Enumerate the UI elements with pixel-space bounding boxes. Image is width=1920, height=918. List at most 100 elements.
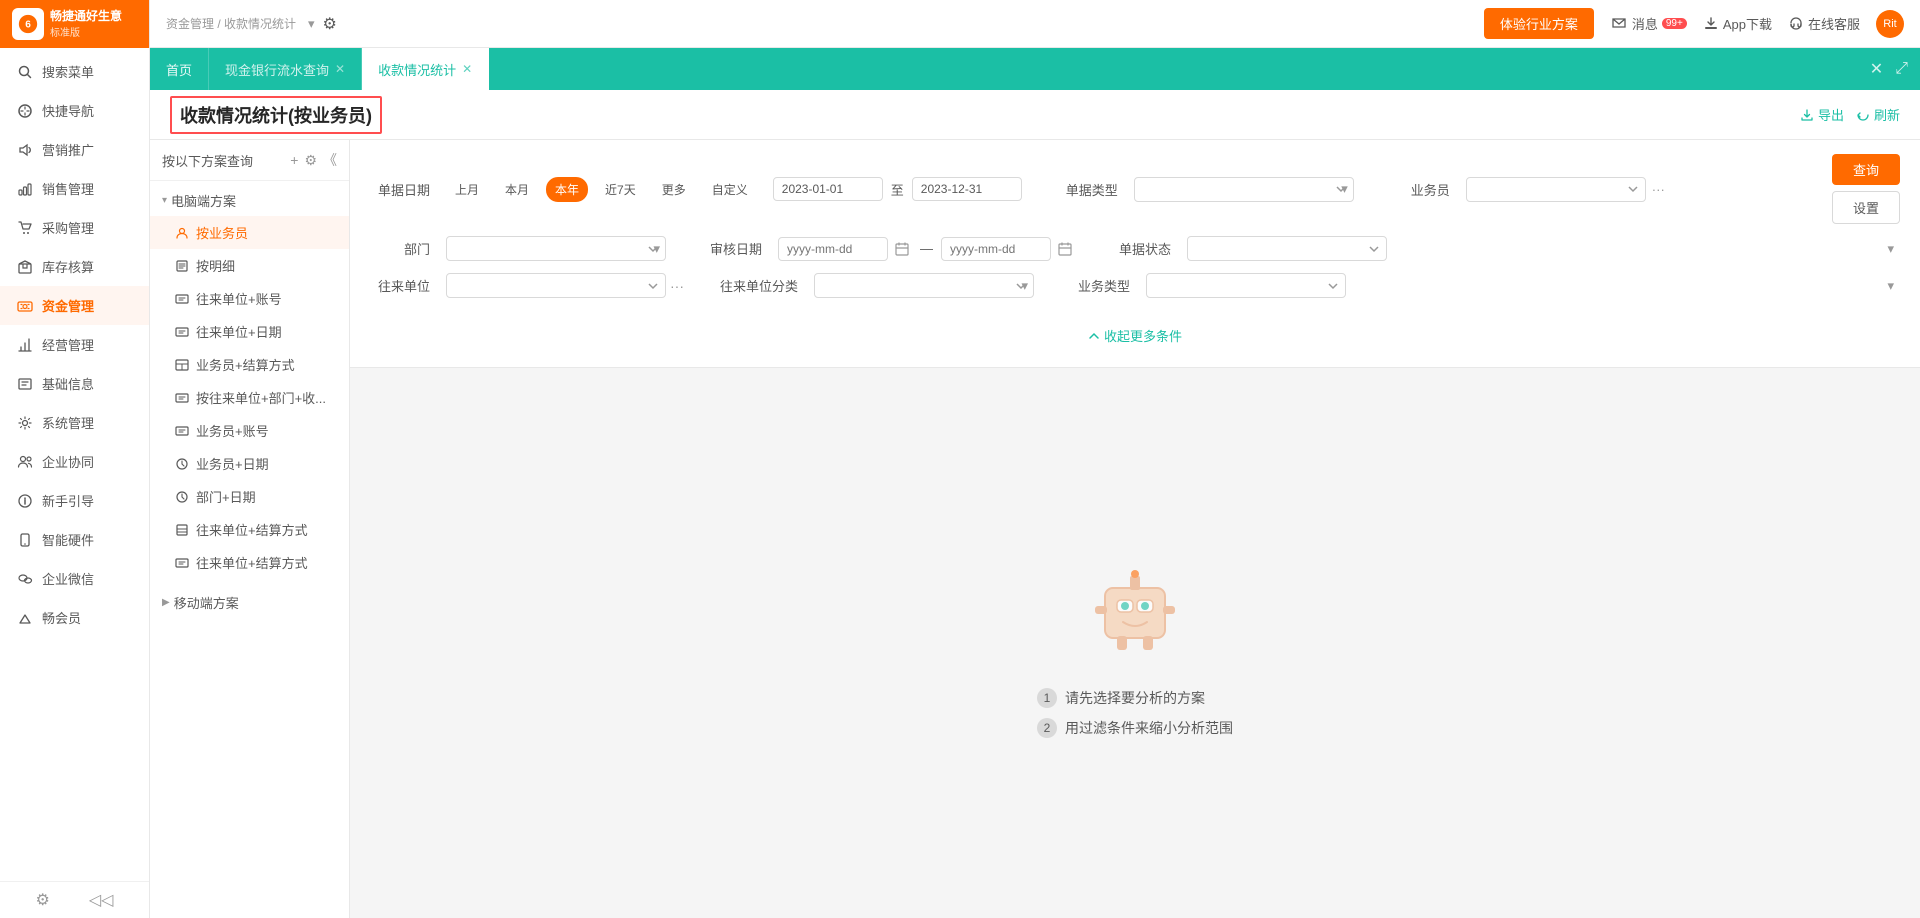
schema-item-partner-dept-receipt[interactable]: 按往来单位+部门+收... <box>150 381 349 414</box>
bar-chart-icon <box>16 336 34 354</box>
settings-btn[interactable]: 设置 <box>1832 191 1900 224</box>
sidebar-item-inventory[interactable]: 库存核算 <box>0 247 149 286</box>
doc-type-select[interactable] <box>1134 177 1354 202</box>
message-badge: 99+ <box>1662 18 1687 29</box>
app-download-btn[interactable]: App下载 <box>1703 14 1772 33</box>
date-shortcuts: 上月 本月 本年 近7天 更多 自定义 <box>446 177 757 202</box>
schema-group-mobile-header[interactable]: ▶ 移动端方案 <box>150 587 349 618</box>
audit-date-from-input[interactable] <box>778 237 888 261</box>
salesperson-select[interactable] <box>1466 177 1646 202</box>
search-icon <box>16 63 34 81</box>
tab-receipt-stats[interactable]: 收款情况统计 ✕ <box>362 48 489 90</box>
date-this-month[interactable]: 本月 <box>496 177 538 202</box>
trial-btn[interactable]: 体验行业方案 <box>1484 8 1594 39</box>
page-title: 收款情况统计(按业务员) <box>170 96 382 134</box>
sidebar-item-label: 库存核算 <box>42 257 94 276</box>
schema-item-by-detail[interactable]: 按明细 <box>150 249 349 282</box>
dept-select[interactable] <box>446 236 666 261</box>
page-actions: 导出 刷新 <box>1800 105 1900 124</box>
sidebar-item-basic-info[interactable]: 基础信息 <box>0 364 149 403</box>
refresh-btn[interactable]: 刷新 <box>1856 105 1900 124</box>
sidebar-item-guide[interactable]: 新手引导 <box>0 481 149 520</box>
export-label: 导出 <box>1818 105 1844 124</box>
audit-date-label: 审核日期 <box>702 239 762 258</box>
tab-maximize-icon[interactable]: ⤢ <box>1895 60 1908 78</box>
collapse-btn[interactable]: 收起更多条件 <box>1080 318 1190 353</box>
filter-action-btns: 查询 设置 <box>1832 154 1900 224</box>
tab-bar-actions: ✕ ⤢ <box>1858 48 1920 90</box>
audit-date-to-input[interactable] <box>941 237 1051 261</box>
message-label: 消息 <box>1632 14 1658 33</box>
schema-item-partner-settle2[interactable]: 往来单位+结算方式 <box>150 546 349 579</box>
doc-status-select[interactable] <box>1187 236 1387 261</box>
schema-group-mobile: ▶ 移动端方案 <box>150 583 349 622</box>
partner-dept-icon <box>174 390 190 406</box>
sidebar-item-operation[interactable]: 经营管理 <box>0 325 149 364</box>
schema-group-desktop-header[interactable]: ▾ 电脑端方案 <box>150 185 349 216</box>
date-last-month[interactable]: 上月 <box>446 177 488 202</box>
biz-type-select[interactable] <box>1146 273 1346 298</box>
filter-row-1: 单据日期 上月 本月 本年 近7天 更多 自定义 2023-01-01 <box>370 154 1900 224</box>
tab-home[interactable]: 首页 <box>150 48 209 90</box>
sidebar-item-finance[interactable]: 资金管理 <box>0 286 149 325</box>
query-btn[interactable]: 查询 <box>1832 154 1900 185</box>
sidebar-item-smart-hw[interactable]: 智能硬件 <box>0 520 149 559</box>
sidebar-item-wechat[interactable]: 企业微信 <box>0 559 149 598</box>
export-btn[interactable]: 导出 <box>1800 105 1844 124</box>
sidebar-item-member[interactable]: 畅会员 <box>0 598 149 637</box>
online-service-btn[interactable]: 在线客服 <box>1788 14 1860 33</box>
footer-settings-icon[interactable]: ⚙ <box>36 890 50 910</box>
schema-item-partner-date[interactable]: 往来单位+日期 <box>150 315 349 348</box>
schema-item-partner-account[interactable]: 往来单位+账号 <box>150 282 349 315</box>
sidebar-item-search[interactable]: 搜索菜单 <box>0 52 149 91</box>
add-schema-btn[interactable]: + <box>290 152 298 168</box>
breadcrumb-dropdown-icon[interactable]: ▾ <box>308 16 315 32</box>
schema-item-partner-settle1[interactable]: 往来单位+结算方式 <box>150 513 349 546</box>
breadcrumb: 资金管理 / 收款情况统计 <box>166 15 296 32</box>
left-panel-title: 按以下方案查询 <box>162 151 253 170</box>
partner-category-label: 往来单位分类 <box>720 276 798 295</box>
sidebar-item-label: 系统管理 <box>42 413 94 432</box>
sidebar-item-quick-nav[interactable]: 快捷导航 <box>0 91 149 130</box>
salesperson-container: ··· <box>1466 177 1816 202</box>
date-custom[interactable]: 自定义 <box>703 177 757 202</box>
tab-bank-flow-close[interactable]: ✕ <box>335 62 345 76</box>
date-this-year[interactable]: 本年 <box>546 177 588 202</box>
sidebar-item-purchase[interactable]: 采购管理 <box>0 208 149 247</box>
user-avatar[interactable]: Rit <box>1876 10 1904 38</box>
schema-settings-icon[interactable]: ⚙ <box>304 152 317 169</box>
schema-item-salesperson-account[interactable]: 业务员+账号 <box>150 414 349 447</box>
tab-bank-flow[interactable]: 现金银行流水查询 ✕ <box>209 48 362 90</box>
schema-collapse-icon[interactable]: 《 <box>323 150 337 170</box>
date-from-input[interactable]: 2023-01-01 <box>773 177 883 201</box>
partner-select[interactable] <box>446 273 666 298</box>
partner-category-select[interactable] <box>814 273 1034 298</box>
salesperson-icon <box>174 225 190 241</box>
partner-more-btn[interactable]: ··· <box>670 278 684 294</box>
sidebar-item-enterprise[interactable]: 企业协同 <box>0 442 149 481</box>
tab-home-label: 首页 <box>166 60 192 79</box>
salesperson-more-icon[interactable]: ··· <box>1652 182 1665 197</box>
partner-account-icon <box>174 291 190 307</box>
schema-item-by-salesperson[interactable]: 按业务员 <box>150 216 349 249</box>
tab-receipt-stats-close[interactable]: ✕ <box>462 62 472 76</box>
sidebar-item-system[interactable]: 系统管理 <box>0 403 149 442</box>
tip-num-1: 1 <box>1037 688 1057 708</box>
sidebar-footer: ⚙ ◁◁ <box>0 881 149 918</box>
sidebar-item-sales[interactable]: 销售管理 <box>0 169 149 208</box>
message-btn[interactable]: 消息 99+ <box>1610 14 1687 33</box>
sidebar-item-label: 资金管理 <box>42 296 94 315</box>
box-icon <box>16 258 34 276</box>
date-more[interactable]: 更多 <box>653 177 695 202</box>
gear-btn[interactable]: ⚙ <box>323 14 337 34</box>
tab-close-all-icon[interactable]: ✕ <box>1870 59 1883 79</box>
chevron-down-icon: ▾ <box>162 195 167 206</box>
schema-item-salesperson-settle[interactable]: 业务员+结算方式 <box>150 348 349 381</box>
date-to-input[interactable]: 2023-12-31 <box>912 177 1022 201</box>
schema-item-salesperson-date[interactable]: 业务员+日期 <box>150 447 349 480</box>
schema-item-dept-date[interactable]: 部门+日期 <box>150 480 349 513</box>
sidebar-item-marketing[interactable]: 营销推广 <box>0 130 149 169</box>
date-last-7days[interactable]: 近7天 <box>596 177 645 202</box>
footer-collapse-icon[interactable]: ◁◁ <box>89 890 114 910</box>
schema-group-desktop-label: 电脑端方案 <box>171 191 236 210</box>
